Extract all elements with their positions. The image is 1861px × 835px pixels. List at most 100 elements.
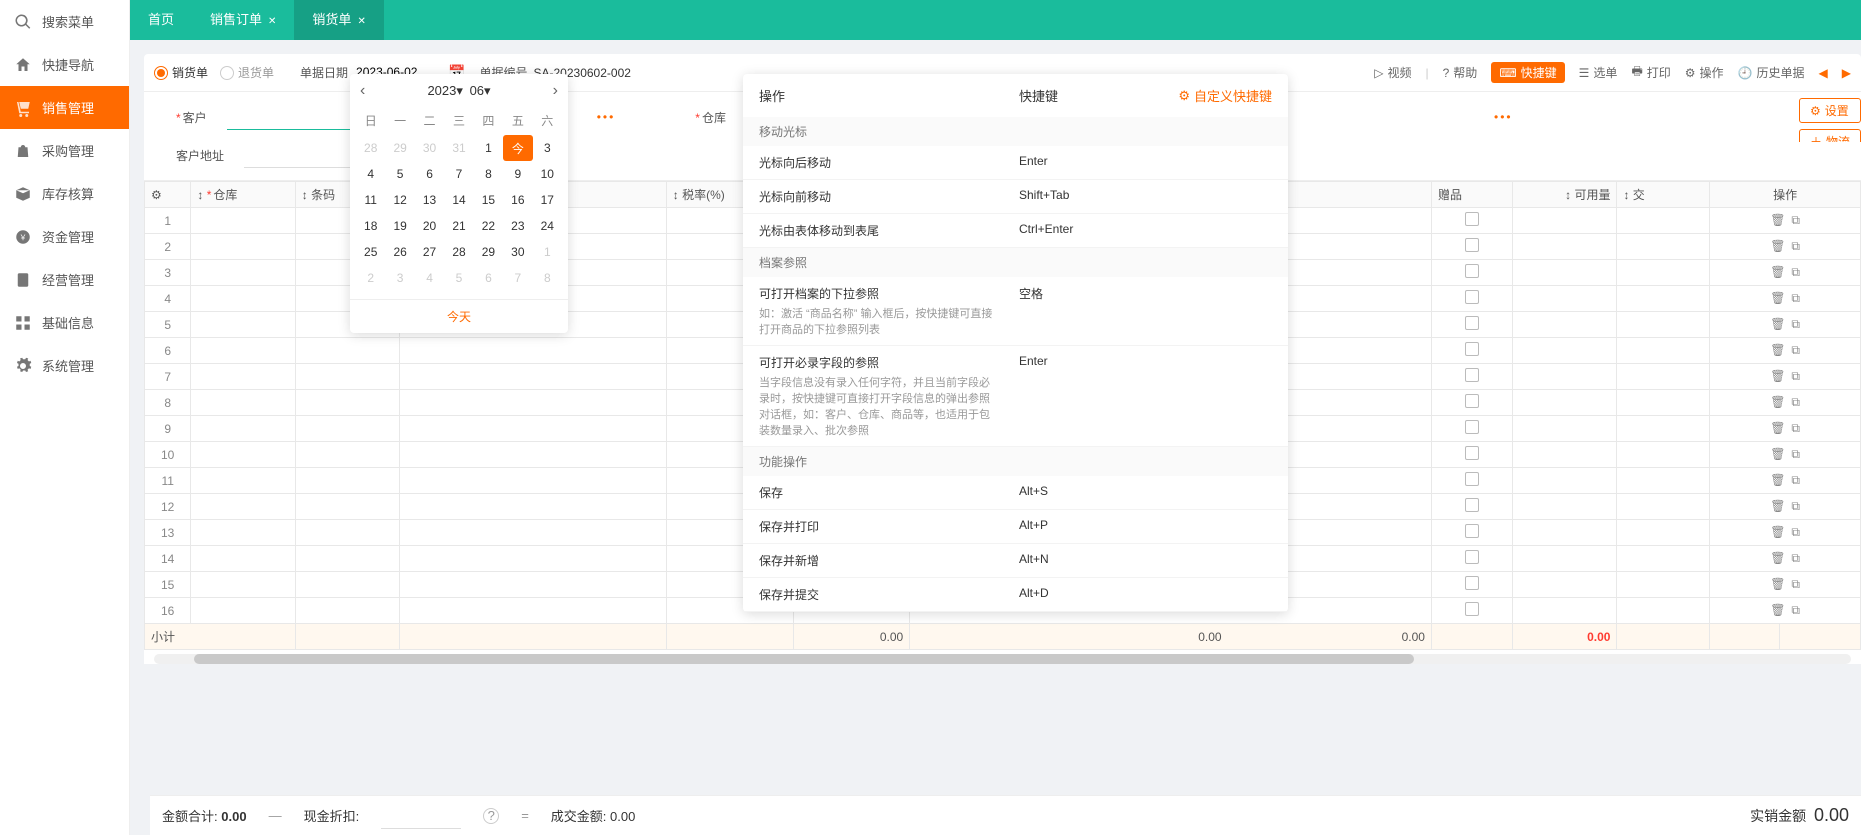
help-icon[interactable]: ? [483,808,499,824]
gift-checkbox[interactable] [1465,316,1479,330]
delete-icon[interactable]: 🗑 [1770,369,1785,384]
gift-checkbox[interactable] [1465,472,1479,486]
cal-prev[interactable]: ‹ [360,82,365,100]
settings-button[interactable]: ⚙设置 [1799,98,1861,123]
delete-icon[interactable]: 🗑 [1770,265,1785,280]
gift-checkbox[interactable] [1465,342,1479,356]
copy-icon[interactable]: ⧉ [1791,317,1800,332]
cal-day[interactable]: 30 [415,135,444,161]
cal-day[interactable]: 30 [503,239,532,265]
delete-icon[interactable]: 🗑 [1770,395,1785,410]
copy-icon[interactable]: ⧉ [1791,525,1800,540]
gift-checkbox[interactable] [1465,368,1479,382]
tool-help[interactable]: ?帮助 [1443,64,1478,81]
tab-sales-order[interactable]: 销售订单✕ [192,0,294,40]
col-delivery[interactable]: ↕ 交 [1617,182,1710,208]
sidebar-item-purchase[interactable]: 采购管理 [0,129,129,172]
cal-day[interactable]: 1 [533,239,562,265]
tool-history[interactable]: 🕘历史单据 [1738,64,1805,81]
cal-day[interactable]: 14 [444,187,473,213]
delete-icon[interactable]: 🗑 [1770,317,1785,332]
col-gear[interactable]: ⚙ [145,182,191,208]
cal-day[interactable]: 6 [415,161,444,187]
sidebar-item-basic[interactable]: 基础信息 [0,301,129,344]
cal-day[interactable]: 5 [385,161,414,187]
cal-next[interactable]: › [553,82,558,100]
delete-icon[interactable]: 🗑 [1770,291,1785,306]
sidebar-item-finance[interactable]: ￥资金管理 [0,215,129,258]
delete-icon[interactable]: 🗑 [1770,551,1785,566]
cal-day[interactable]: 8 [533,265,562,291]
cal-day[interactable]: 16 [503,187,532,213]
cal-day[interactable]: 15 [474,187,503,213]
cal-day[interactable]: 1 [474,135,503,161]
cal-day[interactable]: 27 [415,239,444,265]
copy-icon[interactable]: ⧉ [1791,421,1800,436]
close-icon[interactable]: ✕ [357,16,365,27]
cal-day[interactable]: 6 [474,265,503,291]
cal-day[interactable]: 26 [385,239,414,265]
copy-icon[interactable]: ⧉ [1791,447,1800,462]
cal-day[interactable]: 22 [474,213,503,239]
delete-icon[interactable]: 🗑 [1770,499,1785,514]
copy-icon[interactable]: ⧉ [1791,499,1800,514]
copy-icon[interactable]: ⧉ [1791,291,1800,306]
gift-checkbox[interactable] [1465,524,1479,538]
tool-select[interactable]: ☰选单 [1579,64,1618,81]
cal-day[interactable]: 13 [415,187,444,213]
tool-operate[interactable]: ⚙操作 [1685,64,1724,81]
copy-icon[interactable]: ⧉ [1791,343,1800,358]
discount-input[interactable] [381,803,461,829]
sidebar-item-system[interactable]: 系统管理 [0,344,129,387]
gift-checkbox[interactable] [1465,264,1479,278]
copy-icon[interactable]: ⧉ [1791,577,1800,592]
delete-icon[interactable]: 🗑 [1770,447,1785,462]
cal-month[interactable]: 06▾ [470,83,491,98]
radio-return[interactable]: 退货单 [220,64,274,81]
delete-icon[interactable]: 🗑 [1770,343,1785,358]
cal-day[interactable]: 21 [444,213,473,239]
cal-day[interactable]: 9 [503,161,532,187]
cal-day[interactable]: 10 [533,161,562,187]
cal-day[interactable]: 7 [503,265,532,291]
gift-checkbox[interactable] [1465,446,1479,460]
delete-icon[interactable]: 🗑 [1770,421,1785,436]
delete-icon[interactable]: 🗑 [1770,239,1785,254]
gift-checkbox[interactable] [1465,576,1479,590]
col-available[interactable]: ↕ 可用量 [1513,182,1617,208]
cal-day[interactable]: 18 [356,213,385,239]
cal-day[interactable]: 4 [356,161,385,187]
gift-checkbox[interactable] [1465,290,1479,304]
copy-icon[interactable]: ⧉ [1791,551,1800,566]
cal-day[interactable]: 19 [385,213,414,239]
gift-checkbox[interactable] [1465,238,1479,252]
sidebar-item-business[interactable]: 经营管理 [0,258,129,301]
tool-nav-prev[interactable]: ◀ [1819,66,1828,80]
delete-icon[interactable]: 🗑 [1770,525,1785,540]
sidebar-item-sales[interactable]: 销售管理 [0,86,129,129]
tab-sales-doc[interactable]: 销货单✕ [294,0,383,40]
cal-today-button[interactable]: 今天 [350,299,568,333]
cal-day[interactable]: 29 [385,135,414,161]
radio-sale[interactable]: 销货单 [154,64,208,81]
form-more[interactable]: ••• [1494,110,1513,124]
tool-nav-next[interactable]: ▶ [1842,66,1851,80]
sidebar-item-inventory[interactable]: 库存核算 [0,172,129,215]
tool-shortcut[interactable]: ⌨快捷键 [1491,62,1564,83]
tool-print[interactable]: 🖶打印 [1631,62,1670,83]
cal-day[interactable]: 25 [356,239,385,265]
cal-day[interactable]: 24 [533,213,562,239]
copy-icon[interactable]: ⧉ [1791,239,1800,254]
copy-icon[interactable]: ⧉ [1791,213,1800,228]
delete-icon[interactable]: 🗑 [1770,473,1785,488]
delete-icon[interactable]: 🗑 [1770,213,1785,228]
gift-checkbox[interactable] [1465,420,1479,434]
delete-icon[interactable]: 🗑 [1770,603,1785,618]
copy-icon[interactable]: ⧉ [1791,265,1800,280]
tool-video[interactable]: ▷视频 [1374,64,1411,81]
cal-day[interactable]: 4 [415,265,444,291]
copy-icon[interactable]: ⧉ [1791,369,1800,384]
gift-checkbox[interactable] [1465,212,1479,226]
cal-year[interactable]: 2023▾ [427,83,462,98]
cal-day[interactable]: 7 [444,161,473,187]
